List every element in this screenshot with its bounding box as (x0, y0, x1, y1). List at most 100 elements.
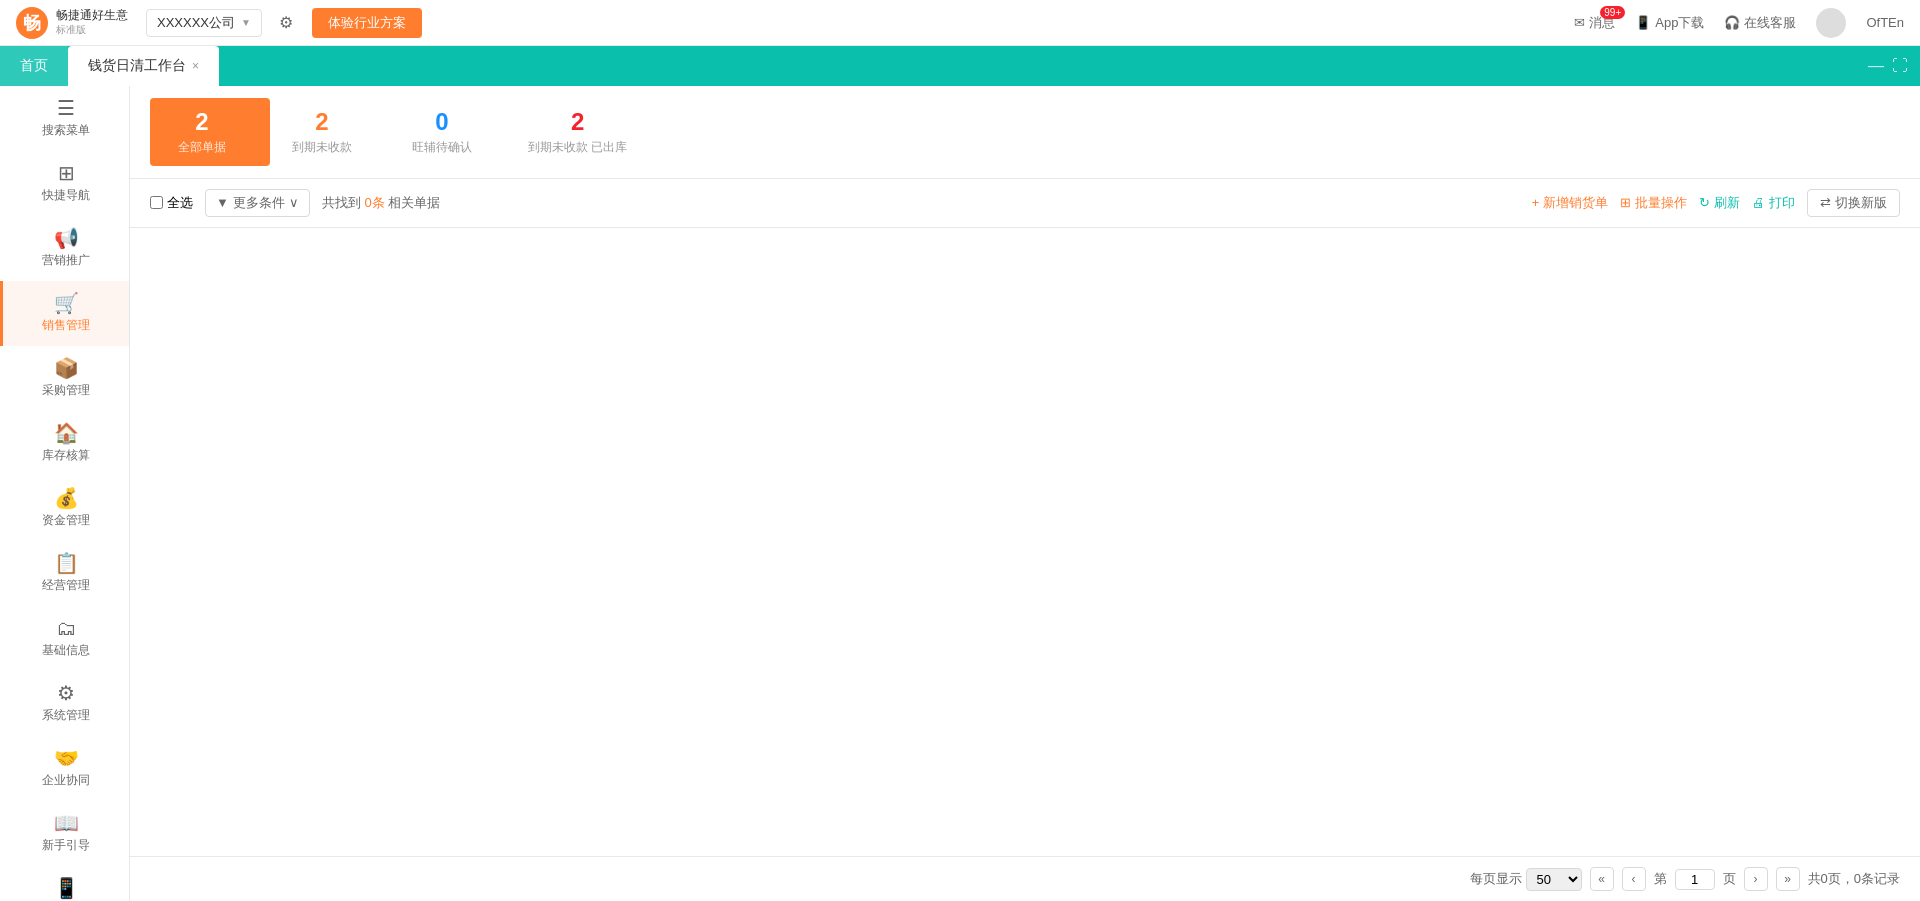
quicknav-icon: ⊞ (58, 163, 75, 183)
logo-text: 畅捷通好生意 (56, 8, 128, 24)
search-menu-icon: ☰ (57, 98, 75, 118)
total-label: 共0页，0条记录 (1808, 870, 1900, 888)
stat-card-wangfu[interactable]: 0 旺辅待确认 (390, 98, 510, 166)
nav-tab-actions: — ⛶ (1868, 57, 1920, 75)
found-text: 共找到 0条 相关单据 (322, 194, 440, 212)
print-button[interactable]: 🖨 打印 (1752, 194, 1795, 212)
gear-icon: ⚙ (279, 13, 293, 32)
operation-icon: 📋 (54, 553, 79, 573)
refresh-label: 刷新 (1714, 194, 1740, 212)
app-download-label: App下载 (1655, 14, 1704, 32)
minimize-window-icon[interactable]: — (1868, 57, 1884, 75)
last-page-icon: » (1784, 872, 1791, 886)
marketing-icon: 📢 (54, 228, 79, 248)
page-suffix: 页 (1723, 870, 1736, 888)
top-header: 畅 畅捷通好生意 标准版 XXXXXX公司 ▼ ⚙ 体验行业方案 ✉ 消息 99… (0, 0, 1920, 46)
dropdown-arrow-icon: ▼ (241, 17, 251, 28)
stat-num-overdue-delivered: 2 (528, 108, 627, 137)
sidebar-item-system[interactable]: ⚙ 系统管理 (0, 671, 129, 736)
stat-card-overdue-delivered[interactable]: 2 到期未收款 已出库 (510, 98, 661, 166)
sidebar-item-sales[interactable]: 🛒 销售管理 (0, 281, 129, 346)
sales-icon: 🛒 (54, 293, 79, 313)
next-page-button[interactable]: › (1744, 867, 1768, 891)
content-area: 2 全部单据 2 到期未收款 0 旺辅待确认 2 到期未收款 已出库 全选 (130, 86, 1920, 901)
sidebar-item-operation[interactable]: 📋 经营管理 (0, 541, 129, 606)
prev-page-icon: ‹ (1632, 872, 1636, 886)
stat-card-overdue[interactable]: 2 到期未收款 (270, 98, 390, 166)
select-all-checkbox[interactable]: 全选 (150, 194, 193, 212)
stat-card-all[interactable]: 2 全部单据 (150, 98, 270, 166)
prev-page-button[interactable]: ‹ (1622, 867, 1646, 891)
table-area (130, 228, 1920, 856)
sidebar-item-apps[interactable]: 📱 应用中心 (0, 866, 129, 901)
user-name[interactable]: OfTEn (1866, 15, 1904, 30)
stat-label-all: 全部单据 (168, 139, 236, 156)
sidebar-item-sales-label: 销售管理 (42, 317, 90, 334)
sidebar-item-guide[interactable]: 📖 新手引导 (0, 801, 129, 866)
toolbar-right: + 新增销货单 ⊞ 批量操作 ↻ 刷新 🖨 打印 ⇄ 切换新版 (1532, 189, 1900, 217)
purchase-icon: 📦 (54, 358, 79, 378)
page-size-select[interactable]: 50 100 200 (1526, 868, 1582, 891)
found-prefix: 共找到 (322, 195, 361, 210)
first-page-icon: « (1598, 872, 1605, 886)
sidebar-item-inventory-label: 库存核算 (42, 447, 90, 464)
stat-num-all: 2 (168, 108, 236, 137)
last-page-button[interactable]: » (1776, 867, 1800, 891)
message-icon: ✉ (1574, 15, 1585, 30)
tab-home[interactable]: 首页 (0, 46, 68, 86)
filter-icon: ▼ (216, 195, 229, 210)
sidebar-item-inventory[interactable]: 🏠 库存核算 (0, 411, 129, 476)
page-input[interactable] (1675, 869, 1715, 890)
settings-button[interactable]: ⚙ (270, 7, 302, 39)
filter-dropdown-icon: ∨ (289, 195, 299, 210)
logo-area: 畅 畅捷通好生意 标准版 (16, 7, 146, 39)
service-icon: 🎧 (1724, 15, 1740, 30)
refresh-icon: ↻ (1699, 195, 1710, 210)
stat-num-wangfu: 0 (408, 108, 476, 137)
online-service-button[interactable]: 🎧 在线客服 (1724, 14, 1796, 32)
filter-button[interactable]: ▼ 更多条件 ∨ (205, 189, 310, 217)
sidebar-item-finance[interactable]: 💰 资金管理 (0, 476, 129, 541)
switch-version-button[interactable]: ⇄ 切换新版 (1807, 189, 1900, 217)
sidebar-item-quicknav[interactable]: ⊞ 快捷导航 (0, 151, 129, 216)
first-page-button[interactable]: « (1590, 867, 1614, 891)
online-service-label: 在线客服 (1744, 14, 1796, 32)
tab-qianhuoriqing[interactable]: 钱货日清工作台 × (68, 46, 219, 86)
avatar[interactable] (1816, 8, 1846, 38)
app-icon: 📱 (1635, 15, 1651, 30)
toolbar: 全选 ▼ 更多条件 ∨ 共找到 0条 相关单据 + 新增销货单 ⊞ 批量操作 (130, 179, 1920, 228)
sidebar-item-enterprise[interactable]: 🤝 企业协同 (0, 736, 129, 801)
maximize-window-icon[interactable]: ⛶ (1892, 57, 1908, 75)
stats-bar: 2 全部单据 2 到期未收款 0 旺辅待确认 2 到期未收款 已出库 (130, 86, 1920, 179)
trial-button[interactable]: 体验行业方案 (312, 8, 422, 38)
sidebar-item-search[interactable]: ☰ 搜索菜单 (0, 86, 129, 151)
sidebar-item-basic-label: 基础信息 (42, 642, 90, 659)
close-tab-icon[interactable]: × (192, 59, 199, 73)
messages-button[interactable]: ✉ 消息 99+ (1574, 14, 1615, 32)
refresh-button[interactable]: ↻ 刷新 (1699, 194, 1740, 212)
pagination-bar: 每页显示 50 100 200 « ‹ 第 页 › » 共0页， (130, 856, 1920, 901)
sidebar-item-marketing-label: 营销推广 (42, 252, 90, 269)
batch-label: 批量操作 (1635, 194, 1687, 212)
new-sale-label: + 新增销货单 (1532, 194, 1608, 212)
sidebar-item-quicknav-label: 快捷导航 (42, 187, 90, 204)
all-checkbox-input[interactable] (150, 196, 163, 209)
finance-icon: 💰 (54, 488, 79, 508)
guide-icon: 📖 (54, 813, 79, 833)
sidebar-item-purchase[interactable]: 📦 采购管理 (0, 346, 129, 411)
new-sale-button[interactable]: + 新增销货单 (1532, 194, 1608, 212)
filter-label: 更多条件 (233, 194, 285, 212)
user-label: OfTEn (1866, 15, 1904, 30)
nav-tabs-bar: 首页 钱货日清工作台 × — ⛶ (0, 46, 1920, 86)
system-icon: ⚙ (57, 683, 75, 703)
sidebar-item-basic[interactable]: 🗂 基础信息 (0, 606, 129, 671)
app-download-button[interactable]: 📱 App下载 (1635, 14, 1704, 32)
company-selector[interactable]: XXXXXX公司 ▼ (146, 9, 262, 37)
switch-label: 切换新版 (1835, 194, 1887, 212)
sidebar-item-enterprise-label: 企业协同 (42, 772, 90, 789)
page-size-selector: 每页显示 50 100 200 (1470, 868, 1582, 891)
batch-operation-button[interactable]: ⊞ 批量操作 (1620, 194, 1687, 212)
sidebar-item-operation-label: 经营管理 (42, 577, 90, 594)
sidebar-item-marketing[interactable]: 📢 营销推广 (0, 216, 129, 281)
page-size-label: 每页显示 (1470, 870, 1522, 888)
